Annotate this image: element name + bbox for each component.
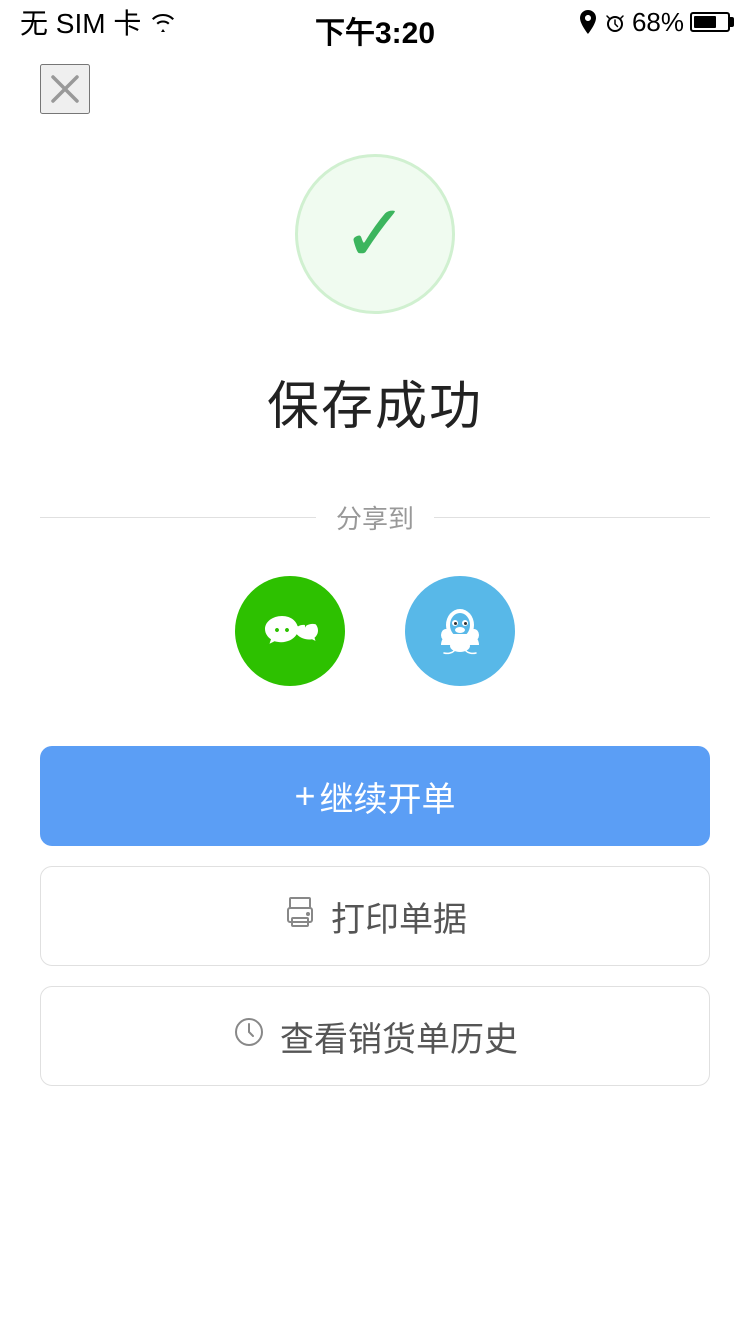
battery-indicator: [690, 12, 730, 32]
share-section: 分享到: [40, 499, 710, 686]
qq-share-button[interactable]: [405, 576, 515, 686]
location-icon: [578, 10, 598, 34]
share-icons-row: [40, 576, 710, 686]
close-button[interactable]: [40, 64, 90, 114]
status-bar: 无 SIM 卡 下午3:20 68%: [0, 0, 750, 44]
share-label: 分享到: [316, 499, 434, 536]
checkmark-icon: ✓: [341, 194, 408, 274]
history-icon: [232, 1015, 266, 1058]
wechat-share-button[interactable]: [235, 576, 345, 686]
status-left: 无 SIM 卡: [20, 2, 177, 42]
print-icon: [283, 895, 317, 938]
history-label: 查看销货单历史: [280, 1012, 518, 1061]
main-content: ✓ 保存成功 分享到: [0, 44, 750, 1146]
alarm-icon: [604, 11, 626, 33]
action-buttons: + 继续开单 打印单据 查看销货单历史: [40, 746, 710, 1086]
print-label: 打印单据: [331, 892, 467, 941]
wifi-icon: [149, 11, 177, 33]
print-button[interactable]: 打印单据: [40, 866, 710, 966]
success-icon-circle: ✓: [295, 154, 455, 314]
share-divider: 分享到: [40, 499, 710, 536]
continue-button[interactable]: + 继续开单: [40, 746, 710, 846]
continue-label: 继续开单: [320, 772, 456, 821]
continue-icon: +: [294, 775, 315, 817]
history-button[interactable]: 查看销货单历史: [40, 986, 710, 1086]
carrier-text: 无 SIM 卡: [20, 2, 141, 42]
status-right: 68%: [578, 7, 730, 38]
time-display: 下午3:20: [315, 8, 435, 52]
success-title: 保存成功: [267, 364, 483, 439]
battery-percent: 68%: [632, 7, 684, 38]
